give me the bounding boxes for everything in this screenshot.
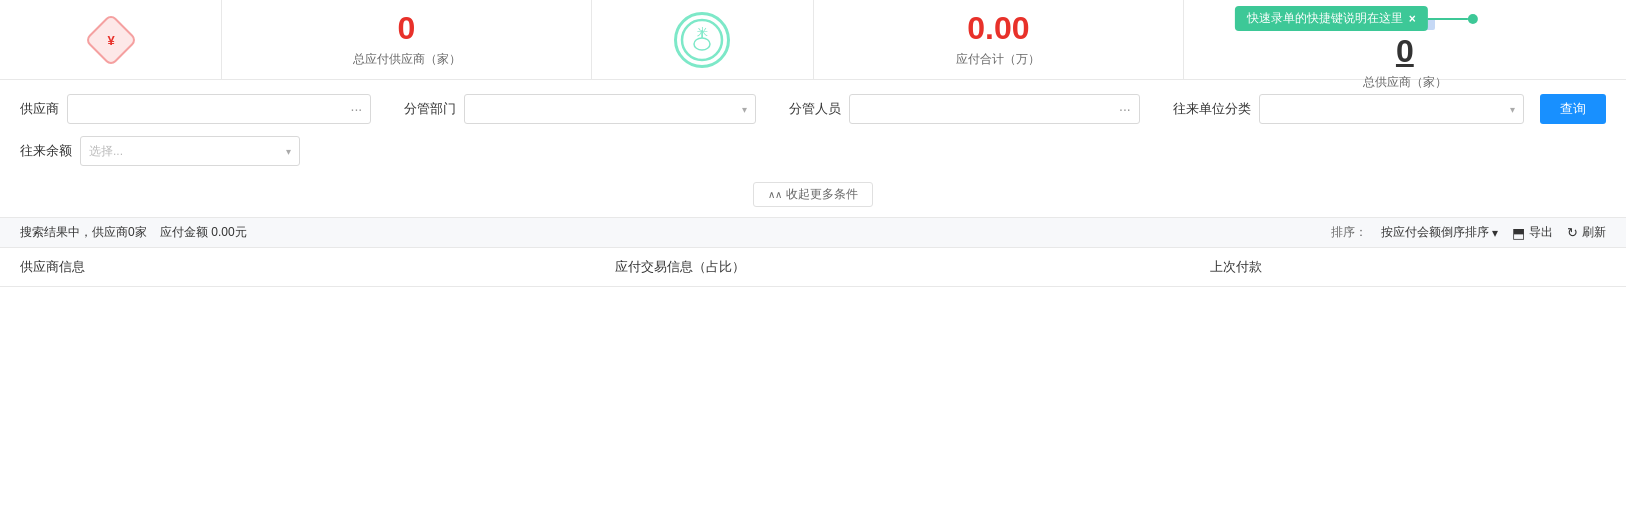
- stat-total-suppliers: 快速录单的快捷键说明在这里 × 0 总供应商（家）: [1184, 0, 1626, 79]
- balance-dropdown[interactable]: 选择... ▾: [80, 136, 300, 166]
- person-input[interactable]: ···: [849, 94, 1140, 124]
- tooltip-connector-dot: [1468, 14, 1478, 24]
- filter-row-2: 往来余额 选择... ▾: [20, 136, 1606, 166]
- money-bag-icon: 米: [674, 12, 730, 68]
- export-label: 导出: [1529, 224, 1553, 241]
- balance-placeholder: 选择...: [89, 143, 123, 160]
- svg-point-4: [694, 38, 710, 50]
- divider-2: [772, 94, 773, 124]
- dept-dropdown[interactable]: ▾: [464, 94, 755, 124]
- balance-chevron-icon: ▾: [286, 146, 291, 157]
- payable-suppliers-count: 0: [398, 11, 416, 46]
- table-header: 供应商信息 应付交易信息（占比） 上次付款: [0, 248, 1626, 287]
- sort-label: 排序：: [1331, 224, 1367, 241]
- col-header-transaction-info: 应付交易信息（占比）: [615, 258, 1210, 276]
- collapse-row: ∧∧ 收起更多条件: [20, 178, 1606, 217]
- person-label: 分管人员: [789, 100, 841, 118]
- tooltip-connector-line: [1428, 18, 1468, 20]
- payable-total-count: 0.00: [967, 11, 1029, 46]
- result-bar: 搜索结果中，供应商0家 应付金额 0.00元 排序： 按应付会额倒序排序 ▾ ⬒…: [0, 218, 1626, 248]
- supplier-input[interactable]: ···: [67, 94, 371, 124]
- collapse-up-icon: ∧∧: [768, 189, 782, 200]
- payable-suppliers-label: 总应付供应商（家）: [353, 51, 461, 68]
- filter-row-1: 供应商 ··· 分管部门 ▾ 分管人员 ···: [20, 94, 1606, 124]
- sort-value: 按应付会额倒序排序: [1381, 224, 1489, 241]
- result-amount-text: 应付金额 0.00元: [160, 225, 247, 239]
- unit-category-filter: 往来单位分类 ▾: [1173, 94, 1524, 124]
- payable-total-label: 应付合计（万）: [956, 51, 1040, 68]
- table-body: [0, 287, 1626, 515]
- divider-3: [1156, 94, 1157, 124]
- result-info-text: 搜索结果中，供应商0家: [20, 225, 147, 239]
- tooltip-text: 快速录单的快捷键说明在这里: [1247, 10, 1403, 27]
- col-header-last-payment: 上次付款: [1210, 258, 1607, 276]
- supplier-label: 供应商: [20, 100, 59, 118]
- stat-icon-money: 米: [592, 0, 814, 79]
- result-info: 搜索结果中，供应商0家 应付金额 0.00元: [20, 224, 247, 241]
- export-button[interactable]: ⬒ 导出: [1512, 224, 1553, 241]
- diamond-icon: ¥: [85, 14, 137, 66]
- balance-label: 往来余额: [20, 142, 72, 160]
- stat-icon-diamond: ¥: [0, 0, 222, 79]
- supplier-dots[interactable]: ···: [351, 101, 363, 117]
- unit-category-chevron-icon: ▾: [1510, 104, 1515, 115]
- result-actions: 排序： 按应付会额倒序排序 ▾ ⬒ 导出 ↻ 刷新: [1331, 224, 1606, 241]
- dept-chevron-icon: ▾: [742, 104, 747, 115]
- person-dots[interactable]: ···: [1119, 101, 1131, 117]
- tooltip-content: 快速录单的快捷键说明在这里 ×: [1235, 6, 1428, 31]
- unit-category-label: 往来单位分类: [1173, 100, 1251, 118]
- dept-filter: 分管部门 ▾: [404, 94, 755, 124]
- refresh-label: 刷新: [1582, 224, 1606, 241]
- shortcut-tooltip: 快速录单的快捷键说明在这里 ×: [1235, 6, 1478, 31]
- query-button[interactable]: 查询: [1540, 94, 1606, 124]
- export-icon: ⬒: [1512, 225, 1525, 241]
- divider-1: [387, 94, 388, 124]
- svg-text:¥: ¥: [107, 33, 115, 48]
- supplier-filter: 供应商 ···: [20, 94, 371, 124]
- stat-payable-suppliers: 0 总应付供应商（家）: [222, 0, 592, 79]
- unit-category-dropdown[interactable]: ▾: [1259, 94, 1524, 124]
- person-filter: 分管人员 ···: [789, 94, 1140, 124]
- refresh-button[interactable]: ↻ 刷新: [1567, 224, 1606, 241]
- sort-select[interactable]: 按应付会额倒序排序 ▾: [1381, 224, 1498, 241]
- col-header-supplier-info: 供应商信息: [20, 258, 615, 276]
- filter-bar: 供应商 ··· 分管部门 ▾ 分管人员 ···: [0, 80, 1626, 218]
- balance-filter: 往来余额 选择... ▾: [20, 136, 300, 166]
- stat-payable-total: 0.00 应付合计（万）: [814, 0, 1184, 79]
- total-suppliers-count: 0: [1396, 34, 1414, 69]
- collapse-label: 收起更多条件: [786, 186, 858, 203]
- dept-label: 分管部门: [404, 100, 456, 118]
- sort-chevron-icon: ▾: [1492, 226, 1498, 240]
- refresh-icon: ↻: [1567, 225, 1578, 240]
- tooltip-close[interactable]: ×: [1409, 12, 1416, 26]
- collapse-button[interactable]: ∧∧ 收起更多条件: [753, 182, 873, 207]
- total-suppliers-label: 总供应商（家）: [1363, 74, 1447, 91]
- query-btn-wrapper: 查询: [1540, 94, 1606, 124]
- stats-bar: ¥ 0 总应付供应商（家） 米 0.00 应付合计（万） 快速录单的快捷键说明在…: [0, 0, 1626, 80]
